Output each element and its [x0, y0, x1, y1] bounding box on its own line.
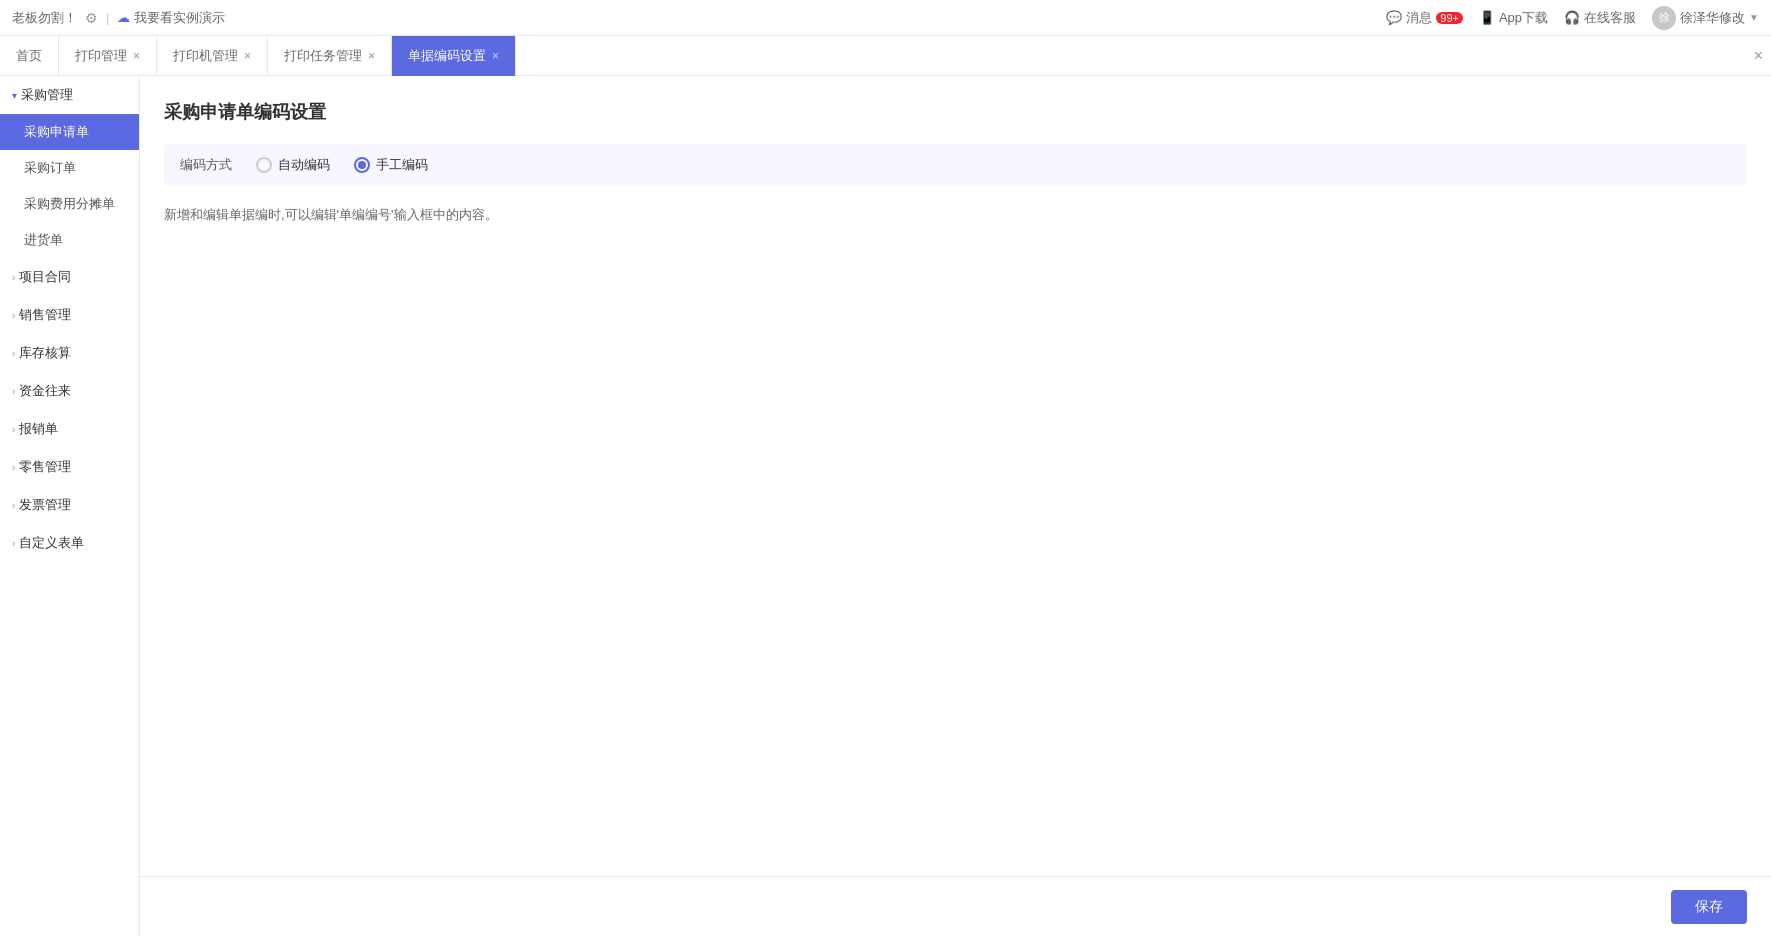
sidebar-item-purchase-order[interactable]: 采购订单	[0, 150, 139, 186]
chevron-right-icon-4: ›	[12, 386, 15, 397]
message-label: 消息	[1406, 9, 1432, 27]
tab-bar: 首页 打印管理 × 打印机管理 × 打印任务管理 × 单据编码设置 × ×	[0, 36, 1771, 76]
tab-print-task[interactable]: 打印任务管理 ×	[268, 36, 392, 76]
manual-code-radio[interactable]	[354, 157, 370, 173]
message-action[interactable]: 💬 消息 99+	[1386, 9, 1463, 27]
message-icon: 💬	[1386, 10, 1402, 25]
avatar: 徐	[1652, 6, 1676, 30]
chevron-right-icon-5: ›	[12, 424, 15, 435]
sidebar-group-custom-form-header[interactable]: › 自定义表单	[0, 524, 139, 562]
demo-link[interactable]: ☁ 我要看实例演示	[117, 9, 225, 27]
content-area: 采购申请单编码设置 编码方式 自动编码 手工编码 新增和编辑单据编时,可以编辑'…	[140, 76, 1771, 936]
sidebar-group-invoice-header[interactable]: › 发票管理	[0, 486, 139, 524]
cloud-icon: ☁	[117, 10, 130, 25]
hint-text: 新增和编辑单据编时,可以编辑'单编编号'输入框中的内容。	[164, 206, 1747, 224]
app-download-icon: 📱	[1479, 10, 1495, 25]
close-tab-bar-icon[interactable]: ×	[1746, 39, 1771, 73]
settings-icon[interactable]: ⚙	[85, 10, 98, 26]
sidebar-group-expense-label: 报销单	[19, 420, 58, 438]
tab-print-mgmt-label: 打印管理	[75, 47, 127, 65]
manual-code-option[interactable]: 手工编码	[354, 156, 428, 174]
app-title: 老板勿割！	[12, 9, 77, 27]
divider-icon: |	[106, 10, 109, 25]
manual-code-label: 手工编码	[376, 156, 428, 174]
sidebar-group-invoice-label: 发票管理	[19, 496, 71, 514]
sidebar-item-purchase-expense[interactable]: 采购费用分摊单	[0, 186, 139, 222]
top-bar-right: 💬 消息 99+ 📱 App下载 🎧 在线客服 徐 徐泽华修改 ▼	[1386, 6, 1759, 30]
sidebar-group-purchase-label: 采购管理	[21, 86, 73, 104]
customer-service-action[interactable]: 🎧 在线客服	[1564, 9, 1636, 27]
app-download-label: App下载	[1499, 9, 1548, 27]
tab-code-settings[interactable]: 单据编码设置 ×	[392, 36, 516, 76]
sidebar-group-finance-header[interactable]: › 资金往来	[0, 372, 139, 410]
sidebar: ▾ 采购管理 采购申请单 采购订单 采购费用分摊单 进货单 › 项目合同 › 销…	[0, 76, 140, 936]
content-footer: 保存	[140, 876, 1771, 936]
auto-code-label: 自动编码	[278, 156, 330, 174]
sidebar-item-purchase-request[interactable]: 采购申请单	[0, 114, 139, 150]
save-button[interactable]: 保存	[1671, 890, 1747, 924]
tab-home[interactable]: 首页	[0, 36, 59, 76]
chevron-down-icon: ▾	[12, 90, 17, 101]
sidebar-group-expense-header[interactable]: › 报销单	[0, 410, 139, 448]
sidebar-group-inventory-label: 库存核算	[19, 344, 71, 362]
tab-print-task-label: 打印任务管理	[284, 47, 362, 65]
auto-code-radio[interactable]	[256, 157, 272, 173]
encoding-label: 编码方式	[180, 156, 232, 174]
sidebar-group-retail-label: 零售管理	[19, 458, 71, 476]
content-main: 采购申请单编码设置 编码方式 自动编码 手工编码 新增和编辑单据编时,可以编辑'…	[140, 76, 1771, 876]
customer-service-icon: 🎧	[1564, 10, 1580, 25]
tab-print-task-close[interactable]: ×	[368, 49, 375, 63]
sidebar-group-custom-form-label: 自定义表单	[19, 534, 84, 552]
tab-home-label: 首页	[16, 47, 42, 65]
encoding-row: 编码方式 自动编码 手工编码	[164, 144, 1747, 186]
sidebar-group-purchase: ▾ 采购管理 采购申请单 采购订单 采购费用分摊单 进货单	[0, 76, 139, 258]
main-layout: ▾ 采购管理 采购申请单 采购订单 采购费用分摊单 进货单 › 项目合同 › 销…	[0, 76, 1771, 936]
sidebar-group-sales-header[interactable]: › 销售管理	[0, 296, 139, 334]
sidebar-group-finance-label: 资金往来	[19, 382, 71, 400]
user-info[interactable]: 徐 徐泽华修改 ▼	[1652, 6, 1759, 30]
message-badge: 99+	[1436, 12, 1463, 24]
customer-service-label: 在线客服	[1584, 9, 1636, 27]
chevron-right-icon-7: ›	[12, 500, 15, 511]
sidebar-group-project-label: 项目合同	[19, 268, 71, 286]
tab-code-settings-label: 单据编码设置	[408, 47, 486, 65]
tab-printer-mgmt-close[interactable]: ×	[244, 49, 251, 63]
page-title: 采购申请单编码设置	[164, 100, 1747, 124]
sidebar-group-inventory-header[interactable]: › 库存核算	[0, 334, 139, 372]
chevron-right-icon-8: ›	[12, 538, 15, 549]
user-name: 徐泽华修改	[1680, 9, 1745, 27]
top-bar: 老板勿割！ ⚙ | ☁ 我要看实例演示 💬 消息 99+ 📱 App下载 🎧 在…	[0, 0, 1771, 36]
tab-print-mgmt[interactable]: 打印管理 ×	[59, 36, 157, 76]
sidebar-group-retail-header[interactable]: › 零售管理	[0, 448, 139, 486]
tab-printer-mgmt[interactable]: 打印机管理 ×	[157, 36, 268, 76]
tab-code-settings-close[interactable]: ×	[492, 49, 499, 63]
user-chevron-icon: ▼	[1749, 12, 1759, 23]
sidebar-item-purchase-receipt[interactable]: 进货单	[0, 222, 139, 258]
sidebar-group-purchase-header[interactable]: ▾ 采购管理	[0, 76, 139, 114]
app-download-action[interactable]: 📱 App下载	[1479, 9, 1548, 27]
chevron-right-icon-1: ›	[12, 272, 15, 283]
tab-printer-mgmt-label: 打印机管理	[173, 47, 238, 65]
chevron-right-icon-6: ›	[12, 462, 15, 473]
sidebar-group-sales-label: 销售管理	[19, 306, 71, 324]
demo-text: 我要看实例演示	[134, 9, 225, 27]
auto-code-option[interactable]: 自动编码	[256, 156, 330, 174]
tab-print-mgmt-close[interactable]: ×	[133, 49, 140, 63]
sidebar-group-project-contract-header[interactable]: › 项目合同	[0, 258, 139, 296]
top-bar-left: 老板勿割！ ⚙ | ☁ 我要看实例演示	[12, 9, 225, 27]
chevron-right-icon-2: ›	[12, 310, 15, 321]
chevron-right-icon-3: ›	[12, 348, 15, 359]
